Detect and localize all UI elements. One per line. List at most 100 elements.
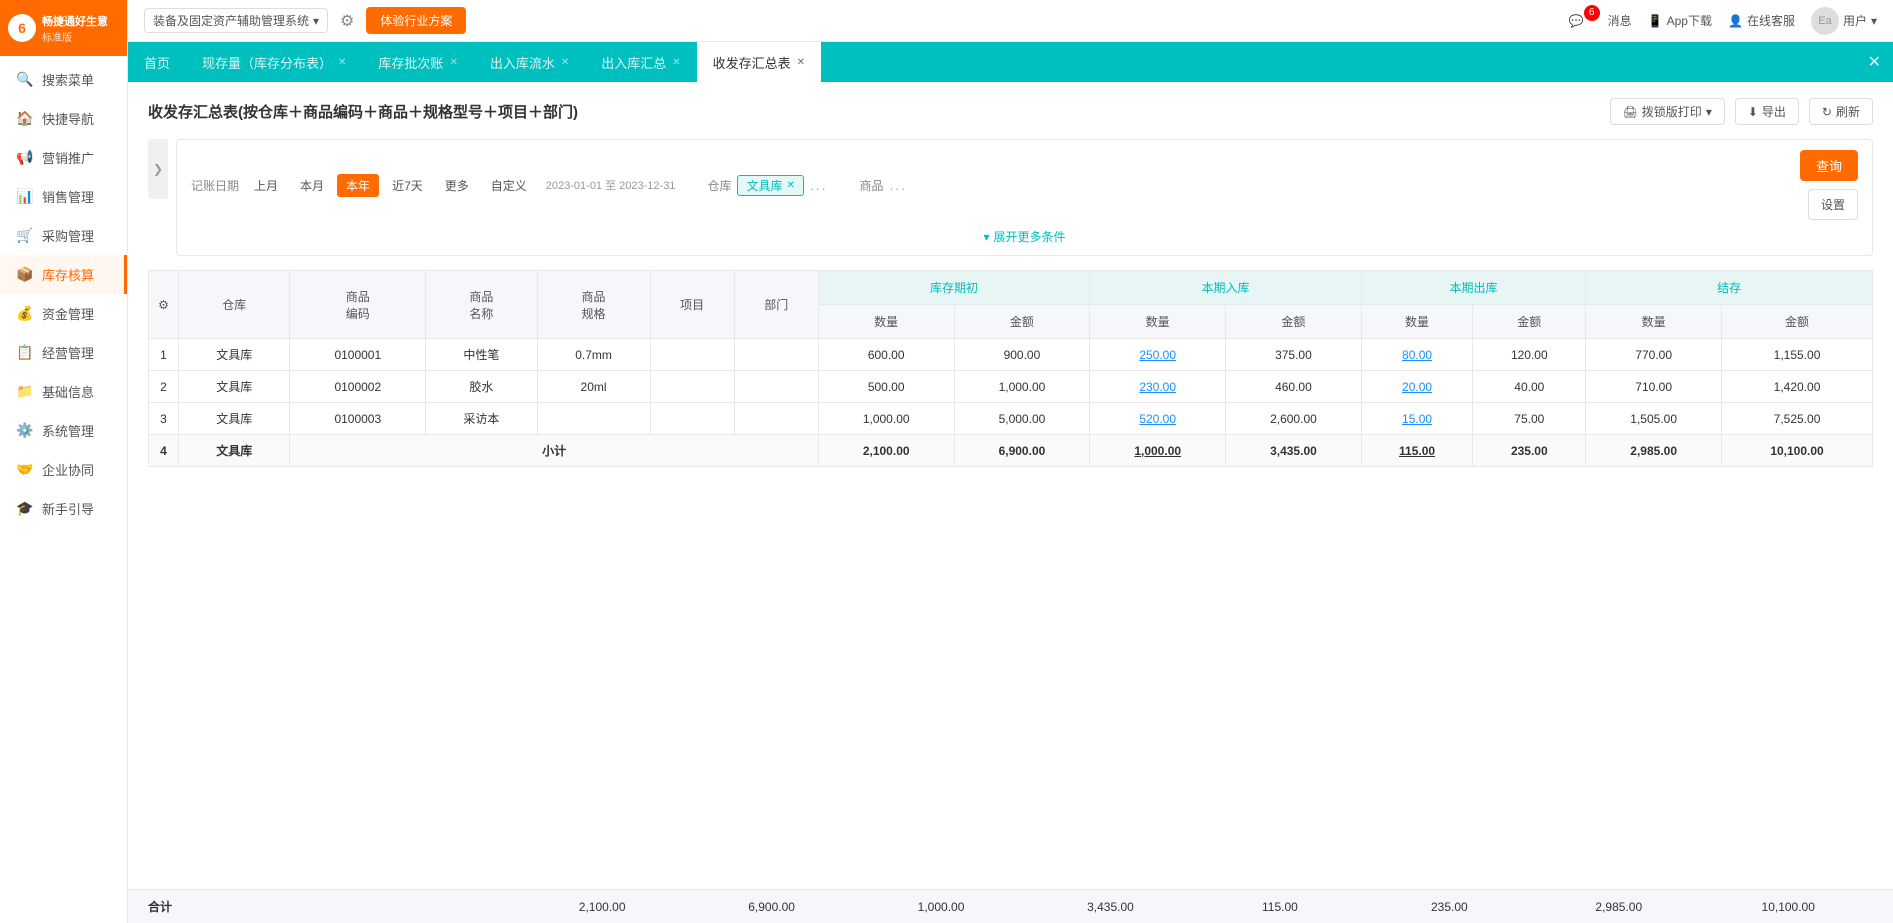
row-init-qty: 600.00 (818, 339, 954, 371)
nav-label-search: 搜索菜单 (42, 70, 94, 89)
date-pill-上月[interactable]: 上月 (245, 174, 287, 197)
sidebar-logo: 6 畅捷通好生意 标准版 (0, 0, 127, 56)
tab-label-0: 首页 (144, 53, 170, 72)
print-button[interactable]: 🖨 拨锁版打印 ▾ (1610, 98, 1725, 125)
tab-0[interactable]: 首页 (128, 42, 186, 82)
row-code: 0100003 (290, 403, 426, 435)
date-pill-近7天[interactable]: 近7天 (383, 174, 432, 197)
warehouse-tag[interactable]: 文具库 ✕ (737, 175, 803, 196)
date-pill-自定义[interactable]: 自定义 (482, 174, 536, 197)
app-download-group[interactable]: 📱 App下载 (1648, 12, 1712, 29)
export-icon: ⬇ (1748, 105, 1758, 119)
date-pill-更多[interactable]: 更多 (436, 174, 478, 197)
tab-2[interactable]: 库存批次账✕ (362, 42, 473, 82)
th-out-amt: 金额 (1473, 305, 1586, 339)
row-project (650, 339, 734, 371)
nav-icon-operation: 📋 (16, 344, 34, 362)
total-out-qty-val: 115.00 (1195, 900, 1364, 914)
table-settings-button[interactable]: 设置 (1808, 189, 1858, 220)
row-in-qty[interactable]: 520.00 (1090, 403, 1226, 435)
logo-sub: 标准版 (42, 29, 108, 44)
nav-icon-basic: 📁 (16, 383, 34, 401)
top-bar-right: 💬 6 6 消息 📱 App下载 👤 在线客服 Ea 用户 (1569, 7, 1877, 35)
th-spec: 商品规格 (537, 271, 650, 339)
tab-close-3[interactable]: ✕ (561, 57, 569, 68)
subtotal-warehouse: 文具库 (179, 435, 290, 467)
row-out-qty[interactable]: 20.00 (1361, 371, 1472, 403)
date-pill-本月[interactable]: 本月 (291, 174, 333, 197)
sidebar-item-marketing[interactable]: 📢营销推广 (0, 138, 127, 177)
tab-bar-close[interactable]: ✕ (1868, 52, 1893, 72)
row-in-qty[interactable]: 230.00 (1090, 371, 1226, 403)
row-out-qty[interactable]: 80.00 (1361, 339, 1472, 371)
experience-button[interactable]: 体验行业方案 (366, 7, 466, 34)
refresh-button[interactable]: ↻ 刷新 (1809, 98, 1873, 125)
tab-1[interactable]: 现存量（库存分布表）✕ (186, 42, 362, 82)
title-actions: 🖨 拨锁版打印 ▾ ⬇ 导出 ↻ 刷新 (1610, 98, 1873, 125)
subtotal-out-amt: 235.00 (1473, 435, 1586, 467)
sidebar-item-sales[interactable]: 📊销售管理 (0, 177, 127, 216)
row-code: 0100001 (290, 339, 426, 371)
tab-3[interactable]: 出入库流水✕ (474, 42, 585, 82)
tab-label-5: 收发存汇总表 (713, 53, 791, 72)
logo-text: 畅捷通好生意 (42, 13, 108, 29)
warehouse-more-dots[interactable]: ... (810, 177, 828, 193)
dropdown-icon: ▾ (313, 14, 319, 28)
sidebar-item-quick[interactable]: 🏠快捷导航 (0, 99, 127, 138)
nav-label-system: 系统管理 (42, 421, 94, 440)
subtotal-no: 4 (149, 435, 179, 467)
sidebar-item-corp[interactable]: 🤝企业协同 (0, 450, 127, 489)
query-button[interactable]: 查询 (1800, 150, 1858, 181)
subtotal-in-amt: 3,435.00 (1226, 435, 1362, 467)
total-init-amt-val: 6,900.00 (687, 900, 856, 914)
sidebar-item-operation[interactable]: 📋经营管理 (0, 333, 127, 372)
tab-close-2[interactable]: ✕ (449, 57, 457, 68)
sidebar-item-purchase[interactable]: 🛒采购管理 (0, 216, 127, 255)
filter-toggle[interactable]: ❯ (148, 139, 168, 199)
expand-more-button[interactable]: ▾ 展开更多条件 (983, 228, 1065, 245)
th-project: 项目 (650, 271, 734, 339)
user-group[interactable]: Ea 用户 ▾ (1811, 7, 1877, 35)
row-in-amt: 460.00 (1226, 371, 1362, 403)
nav-icon-purchase: 🛒 (16, 227, 34, 245)
row-in-qty[interactable]: 250.00 (1090, 339, 1226, 371)
export-button[interactable]: ⬇ 导出 (1735, 98, 1799, 125)
tab-close-4[interactable]: ✕ (672, 57, 680, 68)
tab-5[interactable]: 收发存汇总表 ✕ (697, 42, 821, 82)
online-service-label: 在线客服 (1747, 12, 1795, 29)
row-init-qty: 1,000.00 (818, 403, 954, 435)
nav-label-basic: 基础信息 (42, 382, 94, 401)
sidebar-item-system[interactable]: ⚙️系统管理 (0, 411, 127, 450)
row-no: 1 (149, 339, 179, 371)
sidebar-item-inventory[interactable]: 📦库存核算 (0, 255, 127, 294)
sidebar-item-basic[interactable]: 📁 基础信息 (0, 372, 127, 411)
row-out-qty[interactable]: 15.00 (1361, 403, 1472, 435)
sidebar-nav: 🔍搜索菜单🏠快捷导航📢营销推广📊销售管理🛒采购管理📦库存核算💰资金管理📋经营管理… (0, 56, 127, 923)
warehouse-tag-remove[interactable]: ✕ (786, 180, 794, 191)
row-init-amt: 1,000.00 (954, 371, 1090, 403)
nav-icon-inventory: 📦 (16, 266, 34, 284)
msg-label: 消息 (1608, 12, 1632, 29)
settings-icon[interactable]: ⚙ (340, 11, 354, 31)
nav-label-finance: 资金管理 (42, 304, 94, 323)
subtotal-in-qty: 1,000.00 (1090, 435, 1226, 467)
row-name: 胶水 (426, 371, 537, 403)
goods-more-dots[interactable]: ... (890, 177, 908, 193)
th-settings[interactable]: ⚙ (149, 271, 179, 339)
sidebar-item-newbie[interactable]: 🎓新手引导 (0, 489, 127, 528)
tab-4[interactable]: 出入库汇总✕ (585, 42, 696, 82)
online-service-group[interactable]: 👤 在线客服 (1728, 12, 1795, 29)
tab-close-1[interactable]: ✕ (338, 57, 346, 68)
logo-icon: 6 (8, 14, 36, 42)
row-code: 0100002 (290, 371, 426, 403)
tab-close-5[interactable]: ✕ (797, 57, 805, 68)
system-selector[interactable]: 装备及固定资产辅助管理系统 ▾ (144, 8, 328, 33)
page-title: 收发存汇总表(按仓库＋商品编码＋商品＋规格型号＋项目＋部门) (148, 101, 578, 122)
notification-group[interactable]: 💬 6 6 消息 (1569, 12, 1632, 29)
sidebar-item-finance[interactable]: 💰资金管理 (0, 294, 127, 333)
date-pill-本年[interactable]: 本年 (337, 174, 379, 197)
row-warehouse: 文具库 (179, 403, 290, 435)
subtotal-init-qty: 2,100.00 (818, 435, 954, 467)
row-warehouse: 文具库 (179, 371, 290, 403)
sidebar-item-search[interactable]: 🔍搜索菜单 (0, 60, 127, 99)
